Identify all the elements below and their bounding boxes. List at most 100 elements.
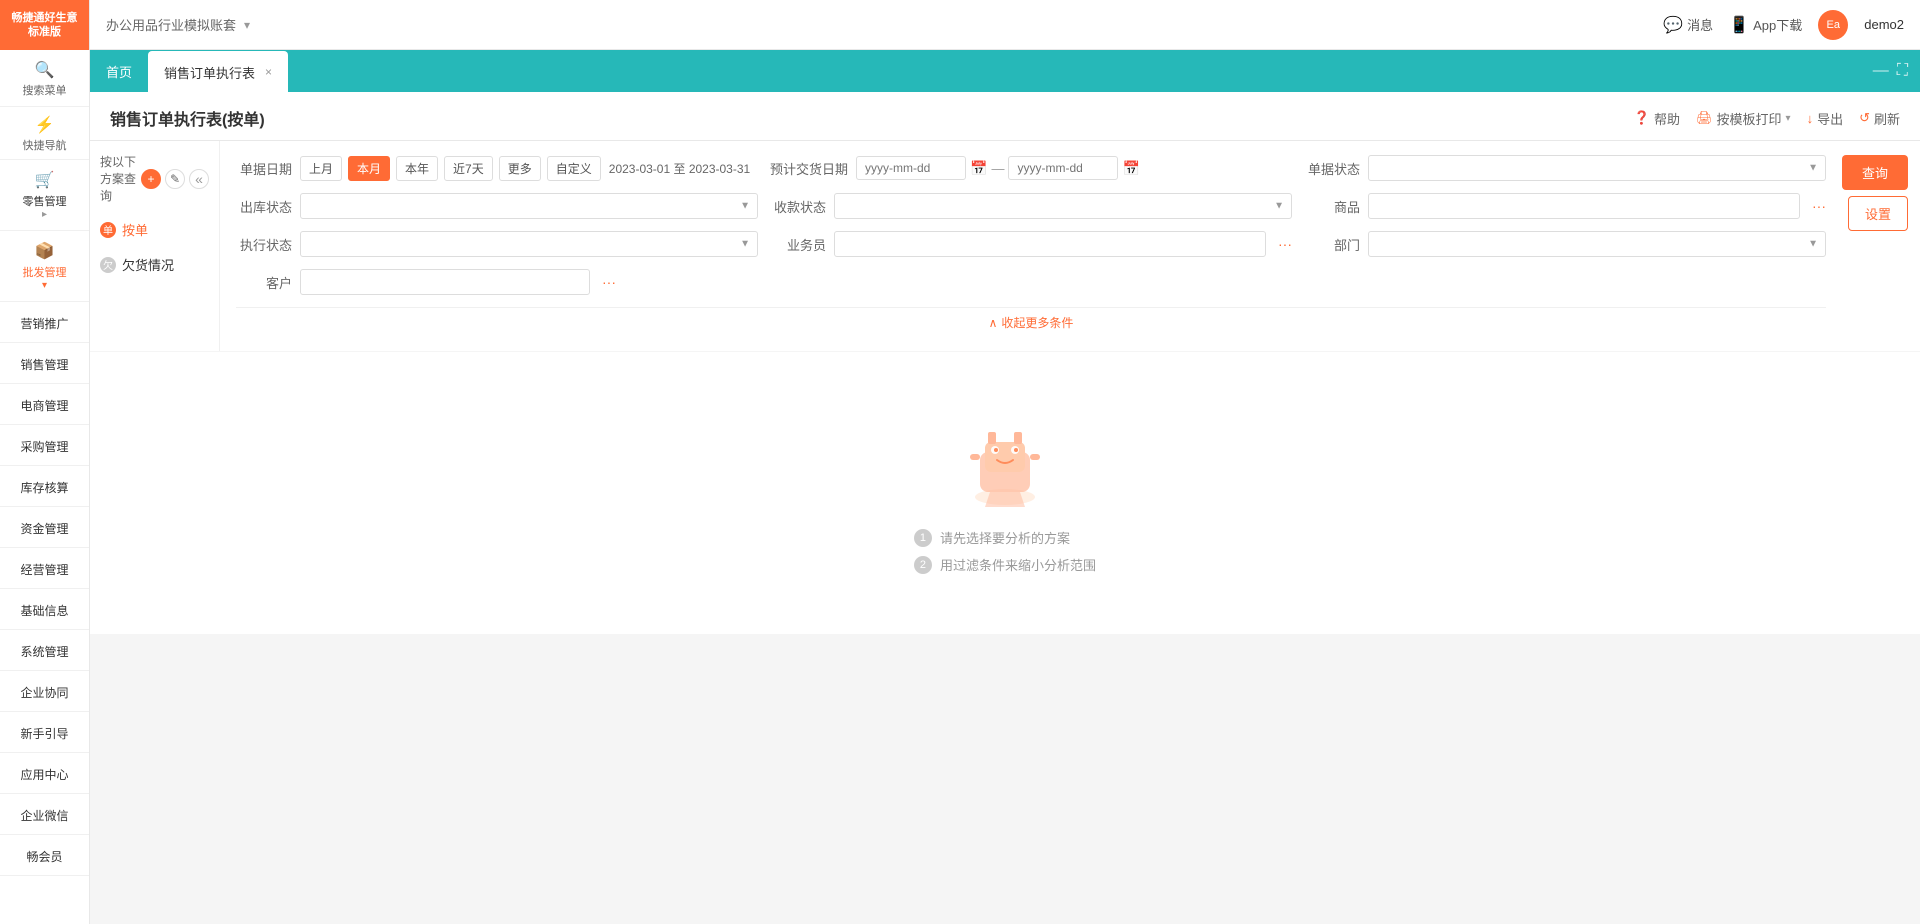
date-label: 单据日期 — [236, 159, 292, 178]
sidebar-item-member[interactable]: 畅会员 — [0, 835, 89, 876]
product-label: 商品 — [1304, 197, 1360, 216]
date-btn-last-month[interactable]: 上月 — [300, 156, 342, 181]
help-button[interactable]: ❓ 帮助 — [1634, 109, 1680, 128]
breadcrumb-arrow-icon[interactable]: ▾ — [244, 18, 250, 32]
sidebar-item-purchase[interactable]: 采购管理 — [0, 425, 89, 466]
sidebar-search[interactable]: 🔍 搜索菜单 — [0, 50, 89, 107]
sidebar-label-finance: 资金管理 — [20, 520, 68, 537]
status-select[interactable] — [1368, 155, 1826, 181]
empty-tips: 1 请先选择要分析的方案 2 用过滤条件来缩小分析范围 — [914, 528, 1096, 574]
filter-form: 单据日期 上月 本月 本年 近7天 更多 自定义 2023-03-01 至 20… — [220, 141, 1842, 351]
salesperson-input[interactable] — [834, 231, 1266, 257]
app-download-button[interactable]: 📱 App下载 — [1729, 15, 1802, 35]
sidebar-item-ecommerce[interactable]: 电商管理 — [0, 384, 89, 425]
tip2-text: 用过滤条件来缩小分析范围 — [940, 555, 1096, 574]
sidebar-item-marketing[interactable]: 营销推广 — [0, 302, 89, 343]
filter-row-2: 出库状态 收款状态 — [236, 193, 1826, 219]
refresh-button[interactable]: ↺ 刷新 — [1859, 109, 1900, 128]
expected-date-label: 预计交货日期 — [770, 159, 848, 178]
filter-group-collection-status: 收款状态 — [770, 193, 1292, 219]
retail-icon: 🛒 — [35, 170, 55, 190]
tab-minimize-button[interactable]: — — [1873, 62, 1889, 80]
quicknav-icon: ⚡ — [35, 115, 55, 135]
breadcrumb: 办公用品行业模拟账套 ▾ — [106, 15, 250, 34]
sidebar-label-purchase: 采购管理 — [20, 438, 68, 455]
wholesale-icon: 📦 — [35, 241, 55, 261]
scheme-item-欠货情况[interactable]: 欠 欠货情况 — [90, 247, 219, 282]
expected-date-range: 📅 — 📅 — [856, 156, 1140, 180]
filter-group-customer: 客户 ··· — [236, 269, 616, 295]
sidebar-item-inventory[interactable]: 库存核算 — [0, 466, 89, 507]
refresh-label: 刷新 — [1874, 109, 1900, 128]
tab-maximize-button[interactable]: ⛶ — [1897, 62, 1908, 80]
print-button[interactable]: 🖨 按模板打印 ▾ — [1696, 109, 1791, 128]
filter-group-department: 部门 — [1304, 231, 1826, 257]
sidebar-item-basic[interactable]: 基础信息 — [0, 589, 89, 630]
settings-button[interactable]: 设置 — [1848, 196, 1908, 231]
sidebar-item-newuser[interactable]: 新手引导 — [0, 712, 89, 753]
department-select[interactable] — [1368, 231, 1826, 257]
sidebar-label-sales: 销售管理 — [20, 356, 68, 373]
tab-close-button[interactable]: × — [265, 65, 272, 79]
filter-group-salesperson: 业务员 ··· — [770, 231, 1292, 257]
sidebar-label-basic: 基础信息 — [20, 602, 68, 619]
date-btn-this-year[interactable]: 本年 — [396, 156, 438, 181]
sidebar-item-enterprise[interactable]: 企业协同 — [0, 671, 89, 712]
product-input[interactable] — [1368, 193, 1800, 219]
customer-input[interactable] — [300, 269, 590, 295]
tab-bar: 首页 销售订单执行表 × — ⛶ — [90, 50, 1920, 92]
scheme-item-按单[interactable]: 单 按单 — [90, 212, 219, 247]
sidebar-quick-nav[interactable]: ⚡ 快捷导航 — [0, 107, 89, 160]
sidebar-item-sales[interactable]: 销售管理 — [0, 343, 89, 384]
collapse-bar[interactable]: ∧ 收起更多条件 — [236, 307, 1826, 337]
scheme-label-按单: 按单 — [122, 220, 148, 239]
filter-row-3: 执行状态 业务员 ··· — [236, 231, 1826, 257]
home-tab-label: 首页 — [106, 62, 132, 81]
tab-sales-order[interactable]: 销售订单执行表 × — [148, 51, 288, 93]
date-btn-last7[interactable]: 近7天 — [444, 156, 493, 181]
active-tab-label: 销售订单执行表 — [164, 63, 255, 82]
exec-status-select[interactable] — [300, 231, 758, 257]
sidebar-item-system[interactable]: 系统管理 — [0, 630, 89, 671]
sidebar-item-finance[interactable]: 资金管理 — [0, 507, 89, 548]
sidebar-label-operations: 经营管理 — [20, 561, 68, 578]
scheme-edit-button[interactable]: ✎ — [165, 169, 185, 189]
collapse-label: 收起更多条件 — [1001, 314, 1073, 331]
sidebar-item-apps[interactable]: 应用中心 — [0, 753, 89, 794]
sidebar-label-retail: 零售管理 — [23, 193, 67, 209]
scheme-sidebar: 按以下方案查询 + ✎ « 单 按单 欠 欠货情况 — [90, 141, 220, 351]
expected-date-end[interactable] — [1008, 156, 1118, 180]
user-name[interactable]: demo2 — [1864, 17, 1904, 32]
content-area: 销售订单执行表(按单) ❓ 帮助 🖨 按模板打印 ▾ ↓ 导出 ↺ 刷新 — [90, 92, 1920, 924]
empty-illustration — [955, 412, 1055, 512]
help-icon: ❓ — [1634, 110, 1650, 126]
tab-home[interactable]: 首页 — [90, 50, 148, 92]
status-select-wrapper — [1368, 155, 1826, 181]
query-button[interactable]: 查询 — [1842, 155, 1908, 190]
collection-status-select[interactable] — [834, 193, 1292, 219]
scheme-collapse-button[interactable]: « — [189, 169, 209, 189]
message-button[interactable]: 💬 消息 — [1663, 15, 1713, 35]
sidebar-label-system: 系统管理 — [20, 643, 68, 660]
sidebar-item-operations[interactable]: 经营管理 — [0, 548, 89, 589]
date-btn-this-month[interactable]: 本月 — [348, 156, 390, 181]
date-btn-custom[interactable]: 自定义 — [547, 156, 601, 181]
scheme-add-button[interactable]: + — [141, 169, 161, 189]
out-status-label: 出库状态 — [236, 197, 292, 216]
sidebar-item-wholesale[interactable]: 📦 批发管理 ▾ — [0, 231, 89, 302]
expected-date-start[interactable] — [856, 156, 966, 180]
salesperson-label: 业务员 — [770, 235, 826, 254]
date-btn-more[interactable]: 更多 — [499, 156, 541, 181]
product-more-button[interactable]: ··· — [1812, 198, 1826, 214]
salesperson-more-button[interactable]: ··· — [1278, 236, 1292, 252]
exec-status-label: 执行状态 — [236, 235, 292, 254]
sidebar-item-wechat[interactable]: 企业微信 — [0, 794, 89, 835]
customer-more-button[interactable]: ··· — [602, 274, 616, 290]
out-status-select[interactable] — [300, 193, 758, 219]
export-button[interactable]: ↓ 导出 — [1807, 109, 1844, 128]
sidebar-label-wechat: 企业微信 — [20, 807, 68, 824]
sidebar-item-retail[interactable]: 🛒 零售管理 ▸ — [0, 160, 89, 231]
search-icon: 🔍 — [35, 60, 55, 80]
logo-text: 畅捷通好生意 — [12, 11, 78, 25]
page-header: 销售订单执行表(按单) ❓ 帮助 🖨 按模板打印 ▾ ↓ 导出 ↺ 刷新 — [90, 92, 1920, 141]
